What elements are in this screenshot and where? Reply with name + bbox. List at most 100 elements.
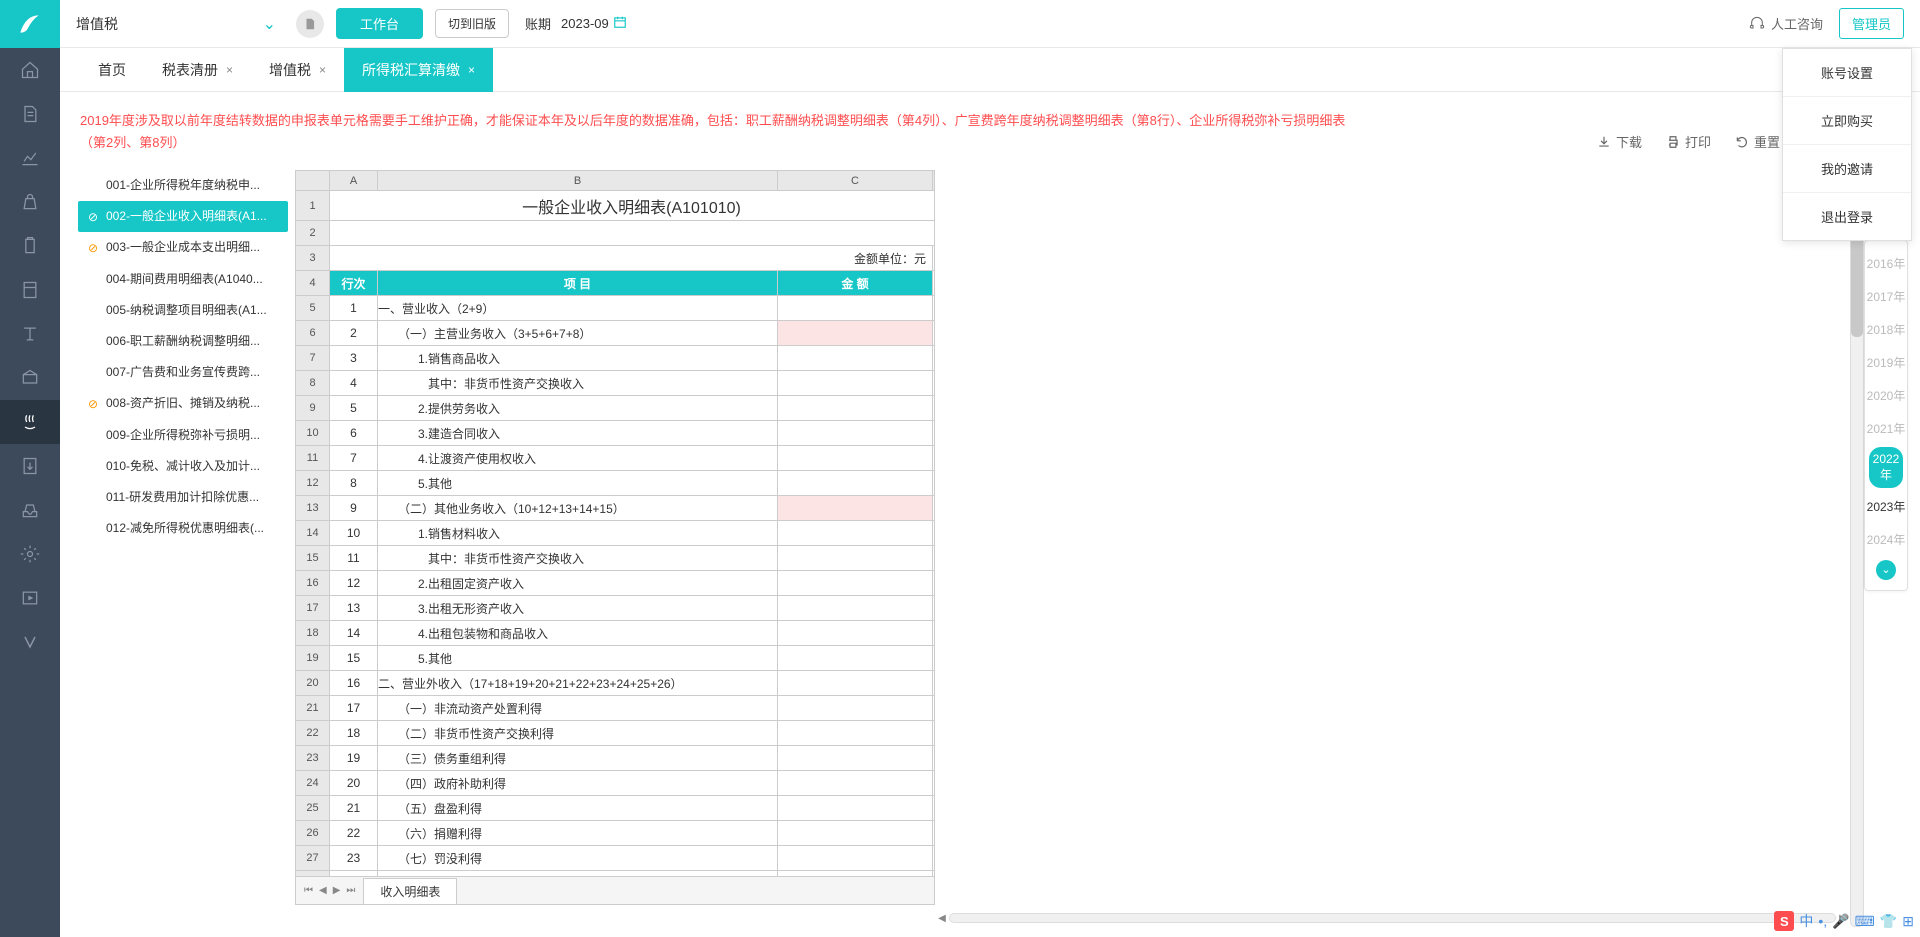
form-item-8[interactable]: 009-企业所得税弥补亏损明... [78, 420, 288, 451]
form-item-5[interactable]: 006-职工薪酬纳税调整明细... [78, 326, 288, 357]
cell[interactable]: 5 [330, 396, 378, 420]
row-header[interactable]: 22 [296, 721, 330, 745]
cell[interactable]: 5.其他 [378, 646, 778, 670]
cell[interactable]: 18 [330, 721, 378, 745]
cell[interactable]: 12 [330, 571, 378, 595]
entity-dropdown[interactable]: 增值税 ⌄ [76, 14, 296, 34]
row-header[interactable]: 3 [296, 246, 330, 270]
year-option[interactable]: 2023年 [1865, 490, 1907, 523]
cell[interactable]: 项 目 [378, 271, 778, 295]
nav-doc-icon[interactable] [0, 92, 60, 136]
cell[interactable] [778, 521, 933, 545]
year-option[interactable]: 2018年 [1865, 313, 1907, 346]
row-header[interactable]: 17 [296, 596, 330, 620]
row-header[interactable]: 2 [296, 221, 330, 245]
form-item-1[interactable]: ⊘002-一般企业收入明细表(A1... [78, 201, 288, 232]
cell[interactable]: 3 [330, 346, 378, 370]
form-item-3[interactable]: 004-期间费用明细表(A1040... [78, 264, 288, 295]
cell[interactable]: （一）非流动资产处置利得 [378, 696, 778, 720]
cell[interactable] [778, 671, 933, 695]
cell[interactable] [778, 346, 933, 370]
reset-button[interactable]: 重置 [1735, 132, 1780, 151]
close-icon[interactable]: × [468, 63, 475, 77]
horizontal-scrollbar[interactable]: ◀ ▶ [935, 911, 1850, 925]
nav-home-icon[interactable] [0, 48, 60, 92]
col-header-c[interactable]: C [778, 171, 933, 190]
nav-calc-icon[interactable] [0, 268, 60, 312]
year-option[interactable]: 2021年 [1865, 412, 1907, 445]
cell[interactable]: 3.建造合同收入 [378, 421, 778, 445]
nav-bag-icon[interactable] [0, 180, 60, 224]
cell[interactable] [778, 321, 933, 345]
cell[interactable]: 11 [330, 546, 378, 570]
sheet-tab[interactable]: 收入明细表 [363, 878, 457, 904]
cell[interactable] [778, 396, 933, 420]
nav-steam-icon[interactable] [0, 400, 60, 444]
cell[interactable]: 19 [330, 746, 378, 770]
calendar-icon[interactable] [613, 15, 627, 32]
row-header[interactable]: 7 [296, 346, 330, 370]
row-header[interactable]: 16 [296, 571, 330, 595]
row-header[interactable]: 9 [296, 396, 330, 420]
tab-3[interactable]: 所得税汇算清缴× [344, 48, 493, 92]
row-header[interactable]: 25 [296, 796, 330, 820]
cell[interactable] [778, 496, 933, 520]
year-option[interactable]: 2020年 [1865, 379, 1907, 412]
ime-punct-icon[interactable]: •, [1818, 913, 1827, 929]
vertical-scrollbar[interactable] [1850, 170, 1864, 927]
close-icon[interactable]: × [226, 63, 233, 77]
cell[interactable]: （一）主营业务收入（3+5+6+7+8） [378, 321, 778, 345]
nav-chart-icon[interactable] [0, 136, 60, 180]
cell[interactable] [778, 846, 933, 870]
cell[interactable]: 15 [330, 646, 378, 670]
cell[interactable] [778, 546, 933, 570]
cell[interactable] [778, 421, 933, 445]
cell[interactable]: 14 [330, 621, 378, 645]
cell[interactable]: 1.销售材料收入 [378, 521, 778, 545]
cell[interactable]: 4.让渡资产使用权收入 [378, 446, 778, 470]
col-header-b[interactable]: B [378, 171, 778, 190]
cell[interactable]: 4.出租包装物和商品收入 [378, 621, 778, 645]
row-header[interactable]: 26 [296, 821, 330, 845]
cell[interactable] [778, 796, 933, 820]
cell[interactable]: 7 [330, 446, 378, 470]
nav-export-icon[interactable] [0, 444, 60, 488]
ime-keyboard-icon[interactable]: ⌨ [1855, 913, 1875, 930]
cell[interactable]: 3.出租无形资产收入 [378, 596, 778, 620]
cell[interactable]: 2.提供劳务收入 [378, 396, 778, 420]
cell[interactable]: （七）罚没利得 [378, 846, 778, 870]
row-header[interactable]: 14 [296, 521, 330, 545]
form-item-10[interactable]: 011-研发费用加计扣除优惠... [78, 482, 288, 513]
form-item-4[interactable]: 005-纳税调整项目明细表(A1... [78, 295, 288, 326]
first-sheet-icon[interactable]: ⏮ [302, 885, 315, 896]
expand-years-button[interactable]: ⌄ [1865, 556, 1907, 584]
cell[interactable]: 1.销售商品收入 [378, 346, 778, 370]
workbench-button[interactable]: 工作台 [336, 8, 423, 39]
cell[interactable]: 23 [330, 846, 378, 870]
ime-grid-icon[interactable]: ⊞ [1902, 913, 1914, 930]
cell[interactable]: 8 [330, 471, 378, 495]
row-header[interactable]: 24 [296, 771, 330, 795]
nav-v-icon[interactable] [0, 620, 60, 664]
year-option[interactable]: 2022年 [1869, 447, 1903, 488]
note-button[interactable] [296, 10, 324, 38]
cell[interactable] [330, 221, 933, 245]
cell[interactable]: 行次 [330, 271, 378, 295]
cell[interactable]: （三）债务重组利得 [378, 746, 778, 770]
menu-item-3[interactable]: 退出登录 [1783, 193, 1911, 240]
cell[interactable]: 21 [330, 796, 378, 820]
row-header[interactable]: 23 [296, 746, 330, 770]
switch-old-button[interactable]: 切到旧版 [435, 9, 509, 38]
cell[interactable]: 2 [330, 321, 378, 345]
cell[interactable] [778, 696, 933, 720]
cell[interactable] [778, 296, 933, 320]
year-option[interactable]: 2016年 [1865, 247, 1907, 280]
cell[interactable] [778, 621, 933, 645]
row-header[interactable]: 19 [296, 646, 330, 670]
row-header[interactable]: 11 [296, 446, 330, 470]
cell[interactable]: （二）其他业务收入（10+12+13+14+15） [378, 496, 778, 520]
nav-tray-icon[interactable] [0, 488, 60, 532]
row-header[interactable]: 15 [296, 546, 330, 570]
cell[interactable]: 其中：非货币性资产交换收入 [378, 371, 778, 395]
nav-box-icon[interactable] [0, 356, 60, 400]
